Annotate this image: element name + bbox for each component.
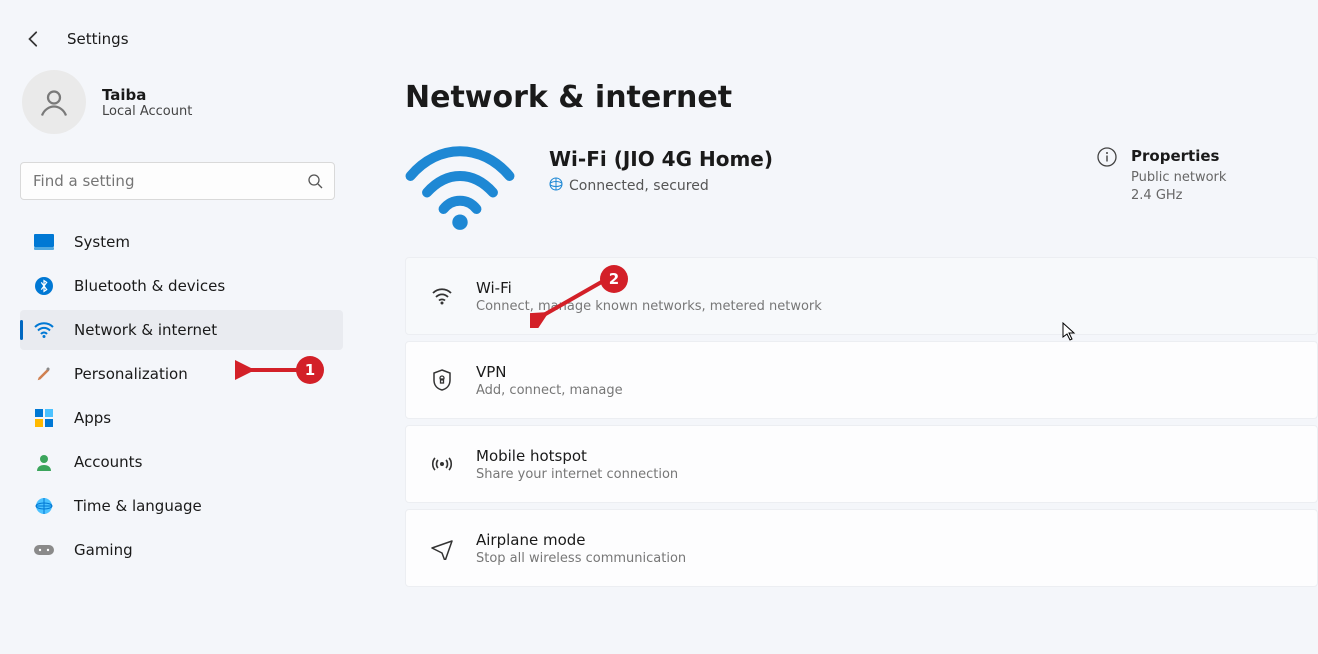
nav-label: Apps bbox=[74, 409, 111, 427]
search-icon bbox=[307, 173, 323, 189]
nav-item-system[interactable]: System bbox=[20, 222, 343, 262]
properties-block[interactable]: Properties Public network 2.4 GHz bbox=[1097, 147, 1226, 205]
airplane-icon bbox=[430, 536, 454, 560]
card-title: Wi-Fi bbox=[476, 279, 822, 297]
nav-label: System bbox=[74, 233, 130, 251]
card-subtitle: Connect, manage known networks, metered … bbox=[476, 299, 822, 314]
card-title: Mobile hotspot bbox=[476, 447, 678, 465]
bluetooth-icon bbox=[34, 276, 54, 296]
card-title: VPN bbox=[476, 363, 623, 381]
card-airplane[interactable]: Airplane mode Stop all wireless communic… bbox=[405, 509, 1318, 587]
avatar bbox=[22, 70, 86, 134]
globe-small-icon bbox=[549, 177, 563, 195]
card-title: Airplane mode bbox=[476, 531, 686, 549]
brush-icon bbox=[34, 364, 54, 384]
nav-item-apps[interactable]: Apps bbox=[20, 398, 343, 438]
nav-label: Network & internet bbox=[74, 321, 217, 339]
person-icon bbox=[34, 452, 54, 472]
nav-item-time-language[interactable]: Time & language bbox=[20, 486, 343, 526]
page-title: Network & internet bbox=[405, 80, 1318, 115]
profile-subtitle: Local Account bbox=[102, 104, 192, 119]
nav-label: Bluetooth & devices bbox=[74, 277, 225, 295]
profile-name: Taiba bbox=[102, 86, 192, 104]
shield-icon bbox=[430, 368, 454, 392]
hotspot-icon bbox=[430, 452, 454, 476]
info-icon bbox=[1097, 147, 1117, 205]
nav-label: Gaming bbox=[74, 541, 133, 559]
properties-line1: Public network bbox=[1131, 169, 1226, 187]
wifi-ssid: Wi-Fi (JIO 4G Home) bbox=[549, 147, 773, 171]
back-button[interactable] bbox=[25, 30, 43, 48]
card-subtitle: Add, connect, manage bbox=[476, 383, 623, 398]
card-wifi[interactable]: Wi-Fi Connect, manage known networks, me… bbox=[405, 257, 1318, 335]
nav-label: Time & language bbox=[74, 497, 202, 515]
nav-label: Personalization bbox=[74, 365, 188, 383]
card-hotspot[interactable]: Mobile hotspot Share your internet conne… bbox=[405, 425, 1318, 503]
nav-item-network[interactable]: Network & internet bbox=[20, 310, 343, 350]
properties-line2: 2.4 GHz bbox=[1131, 187, 1226, 205]
search-input[interactable] bbox=[20, 162, 335, 200]
gamepad-icon bbox=[34, 540, 54, 560]
nav-item-personalization[interactable]: Personalization bbox=[20, 354, 343, 394]
nav-item-gaming[interactable]: Gaming bbox=[20, 530, 343, 570]
wifi-small-icon bbox=[430, 284, 454, 308]
card-subtitle: Stop all wireless communication bbox=[476, 551, 686, 566]
wifi-icon bbox=[34, 320, 54, 340]
profile-block[interactable]: Taiba Local Account bbox=[0, 70, 355, 134]
globe-icon bbox=[34, 496, 54, 516]
cursor-icon bbox=[1062, 322, 1078, 346]
properties-title: Properties bbox=[1131, 147, 1226, 165]
sidebar: Taiba Local Account System Bluetooth & d… bbox=[0, 56, 355, 654]
nav-item-accounts[interactable]: Accounts bbox=[20, 442, 343, 482]
apps-icon bbox=[34, 408, 54, 428]
app-title: Settings bbox=[67, 30, 129, 48]
card-subtitle: Share your internet connection bbox=[476, 467, 678, 482]
card-vpn[interactable]: VPN Add, connect, manage bbox=[405, 341, 1318, 419]
nav-label: Accounts bbox=[74, 453, 142, 471]
monitor-icon bbox=[34, 232, 54, 252]
wifi-signal-icon bbox=[405, 147, 515, 227]
connection-state: Connected, secured bbox=[569, 178, 709, 194]
nav-item-bluetooth[interactable]: Bluetooth & devices bbox=[20, 266, 343, 306]
